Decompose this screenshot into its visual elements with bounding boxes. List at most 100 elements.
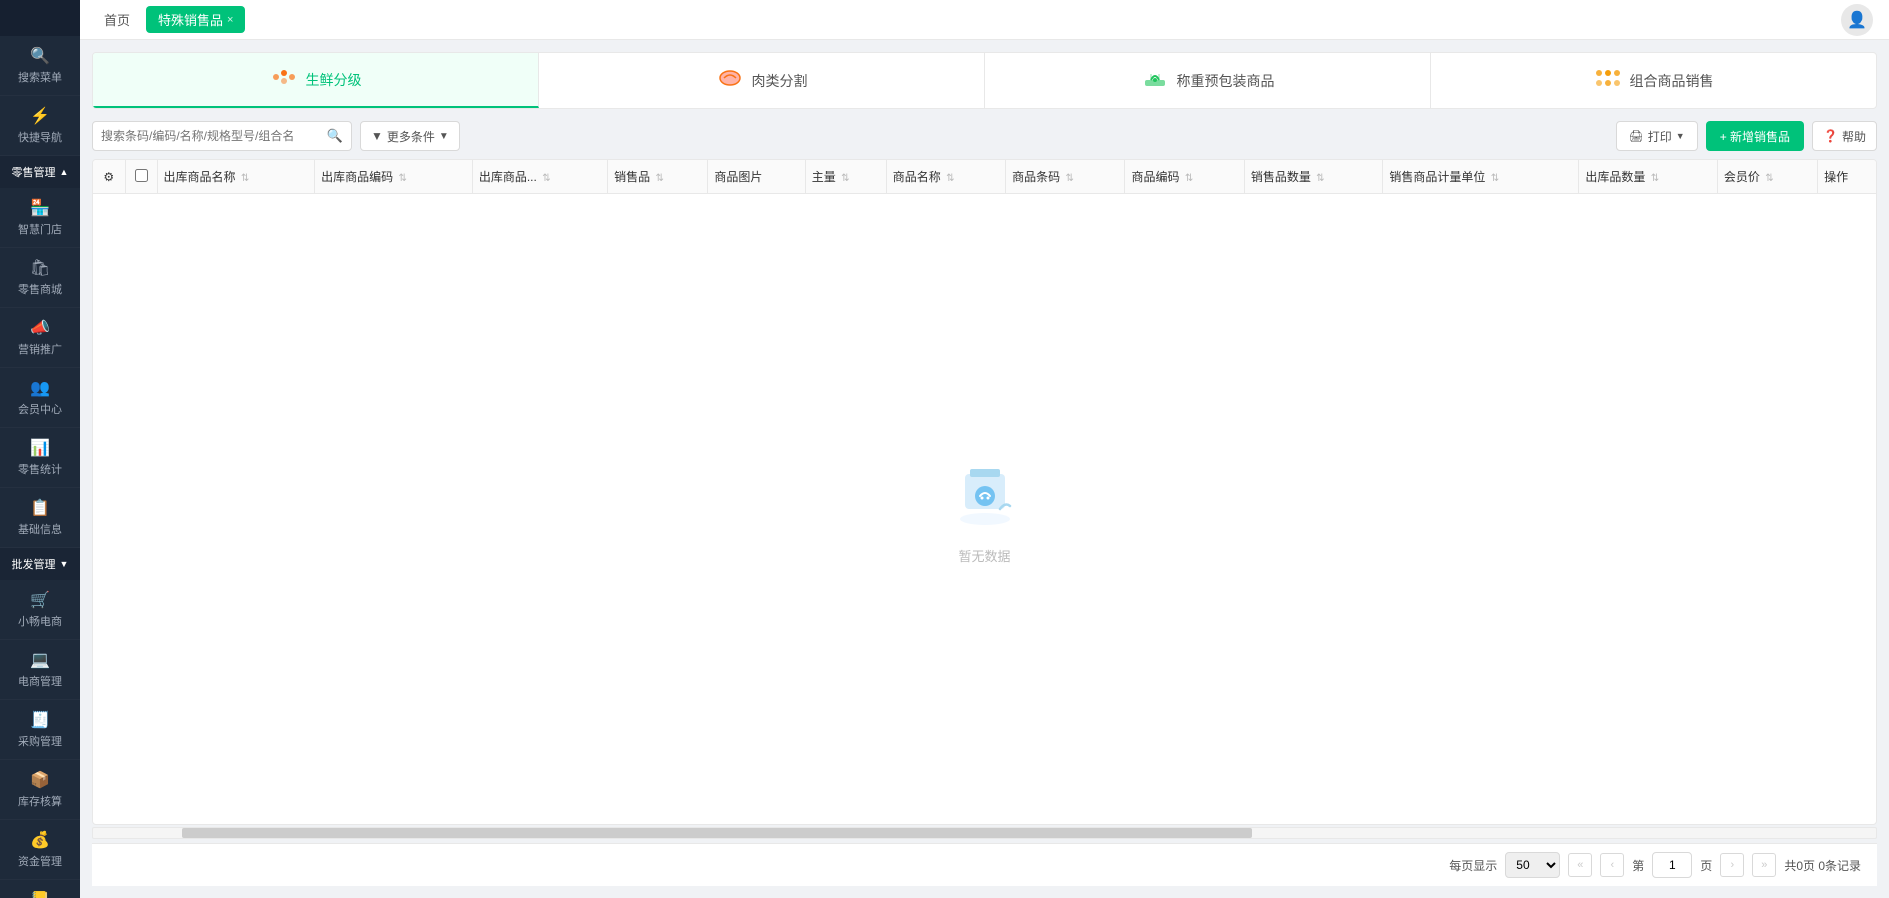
col-weight[interactable]: 主量 ⇅ [805, 160, 886, 194]
horizontal-scrollbar[interactable] [92, 827, 1877, 839]
ledger-icon: 📒 [30, 890, 50, 898]
page-label: 第 [1632, 857, 1644, 874]
cat-tab-fresh-grade[interactable]: 生鲜分级 [93, 53, 539, 108]
sidebar-item-purchase-mgmt[interactable]: 🧾 采购管理 [0, 700, 80, 760]
print-button[interactable]: 🖨 打印 ▼ [1616, 121, 1698, 151]
ecom-mgmt-icon: 💻 [30, 650, 50, 670]
col-sales-unit[interactable]: 销售商品计量单位 ⇅ [1383, 160, 1579, 194]
cat-tab-weigh-pack[interactable]: 称重预包装商品 [985, 53, 1431, 108]
table-footer: 每页显示 50 10 20 100 « ‹ 第 页 › » 共0页 0条记录 [92, 843, 1877, 886]
new-sales-button[interactable]: + 新增销售品 [1706, 121, 1804, 151]
col-member-price[interactable]: 会员价 ⇅ [1717, 160, 1817, 194]
tab-special-sales[interactable]: 特殊销售品 × [146, 6, 245, 33]
page-prev-button[interactable]: ‹ [1600, 853, 1624, 877]
chevron-filter-icon: ▼ [439, 131, 449, 142]
page-last-button[interactable]: » [1752, 853, 1776, 877]
col-out-goods-name[interactable]: 出库商品名称 ⇅ [157, 160, 315, 194]
cat-label-meat-cut: 肉类分割 [752, 71, 808, 91]
sidebar-item-basic-info[interactable]: 📋 基础信息 [0, 488, 80, 548]
sort-icon: ⇅ [946, 173, 954, 184]
sidebar: 🔍 搜索菜单 ⚡ 快捷导航 零售管理 ▲ 🏪 智慧门店 🛍 零售商城 📣 营销推… [0, 0, 80, 898]
page-number-input[interactable] [1652, 852, 1692, 878]
toolbar-left: 🔍 ▼ 更多条件 ▼ [92, 121, 460, 151]
sidebar-item-finance[interactable]: 💰 资金管理 [0, 820, 80, 880]
tab-home[interactable]: 首页 [96, 6, 138, 33]
close-tab-icon[interactable]: × [227, 14, 233, 26]
retail-stats-icon: 📊 [30, 438, 50, 458]
purchase-mgmt-icon: 🧾 [30, 710, 50, 730]
filter-icon: ▼ [371, 129, 383, 143]
sort-icon: ⇅ [1491, 173, 1499, 184]
col-checkbox[interactable] [125, 160, 157, 194]
search-input[interactable] [101, 129, 327, 143]
sidebar-item-retail-mgmt[interactable]: 零售管理 ▲ [0, 156, 80, 188]
col-goods-name[interactable]: 商品名称 ⇅ [886, 160, 1005, 194]
meat-cut-icon [716, 68, 744, 93]
page-first-button[interactable]: « [1568, 853, 1592, 877]
search-icon[interactable]: 🔍 [327, 128, 343, 144]
col-sales-goods[interactable]: 销售品 ⇅ [608, 160, 708, 194]
empty-icon [945, 454, 1025, 534]
sort-icon: ⇅ [1065, 173, 1073, 184]
sidebar-item-retail-stats[interactable]: 📊 零售统计 [0, 428, 80, 488]
col-goods-num[interactable]: 商品编码 ⇅ [1125, 160, 1244, 194]
marketing-icon: 📣 [30, 318, 50, 338]
cat-tab-combo[interactable]: 组合商品销售 [1431, 53, 1876, 108]
sidebar-item-member-center[interactable]: 👥 会员中心 [0, 368, 80, 428]
col-sales-qty[interactable]: 销售品数量 ⇅ [1244, 160, 1383, 194]
print-chevron-icon: ▼ [1676, 131, 1685, 141]
cat-label-combo: 组合商品销售 [1630, 71, 1714, 91]
sidebar-item-search[interactable]: 🔍 搜索菜单 [0, 36, 80, 96]
sort-icon: ⇅ [656, 173, 664, 184]
sidebar-item-retail-mall[interactable]: 🛍 零售商城 [0, 248, 80, 308]
sidebar-item-wholesale-mgmt[interactable]: 批发管理 ▼ [0, 548, 80, 580]
sort-icon: ⇅ [1316, 173, 1324, 184]
sort-icon: ⇅ [1185, 173, 1193, 184]
sidebar-item-marketing[interactable]: 📣 营销推广 [0, 308, 80, 368]
col-out-qty[interactable]: 出库品数量 ⇅ [1579, 160, 1718, 194]
col-ops: 操作 [1818, 160, 1876, 194]
sidebar-item-mini-ecom[interactable]: 🛒 小畅电商 [0, 580, 80, 640]
cat-label-weigh-pack: 称重预包装商品 [1177, 71, 1275, 91]
sidebar-item-quick-nav[interactable]: ⚡ 快捷导航 [0, 96, 80, 156]
page-content: 生鲜分级 肉类分割 [80, 40, 1889, 898]
data-table: ⚙ 出库商品名称 ⇅ 出库商品编码 ⇅ 出库商品... ⇅ [93, 160, 1876, 194]
col-goods-barcode[interactable]: 商品条码 ⇅ [1006, 160, 1125, 194]
help-button[interactable]: ❓ 帮助 [1812, 121, 1877, 151]
scrollbar-thumb[interactable] [182, 828, 1252, 838]
quick-nav-icon: ⚡ [30, 106, 50, 126]
table-header-row: ⚙ 出库商品名称 ⇅ 出库商品编码 ⇅ 出库商品... ⇅ [93, 160, 1876, 194]
sidebar-item-ledger[interactable]: 📒 总账管理 [0, 880, 80, 898]
print-icon: 🖨 [1629, 129, 1644, 143]
col-settings[interactable]: ⚙ [93, 160, 125, 194]
toolbar-right: 🖨 打印 ▼ + 新增销售品 ❓ 帮助 [1616, 121, 1877, 151]
sidebar-item-inventory[interactable]: 📦 库存核算 [0, 760, 80, 820]
filter-button[interactable]: ▼ 更多条件 ▼ [360, 121, 460, 151]
sidebar-item-smart-store[interactable]: 🏪 智慧门店 [0, 188, 80, 248]
sort-icon: ⇅ [241, 173, 249, 184]
col-out-goods-code[interactable]: 出库商品编码 ⇅ [315, 160, 473, 194]
sort-icon: ⇅ [841, 173, 849, 184]
total-label: 共0页 0条记录 [1784, 857, 1861, 874]
col-out-goods-spec[interactable]: 出库商品... ⇅ [472, 160, 607, 194]
sort-icon: ⇅ [1765, 173, 1773, 184]
main-content: 首页 特殊销售品 × 👤 [80, 0, 1889, 898]
cat-tab-meat-cut[interactable]: 肉类分割 [539, 53, 985, 108]
weigh-pack-icon [1141, 68, 1169, 93]
sort-icon: ⇅ [542, 173, 550, 184]
user-avatar[interactable]: 👤 [1841, 4, 1873, 36]
chevron-icon: ▲ [60, 167, 69, 177]
page-size-select[interactable]: 50 10 20 100 [1505, 852, 1560, 878]
sidebar-item-ecom-mgmt[interactable]: 💻 电商管理 [0, 640, 80, 700]
search-box[interactable]: 🔍 [92, 121, 352, 151]
sidebar-logo [0, 0, 80, 36]
page-next-button[interactable]: › [1720, 853, 1744, 877]
category-tabs: 生鲜分级 肉类分割 [92, 52, 1877, 109]
retail-mall-icon: 🛍 [30, 258, 50, 278]
empty-text: 暂无数据 [958, 546, 1010, 565]
basic-info-icon: 📋 [30, 498, 50, 518]
topbar: 首页 特殊销售品 × 👤 [80, 0, 1889, 40]
select-all-checkbox[interactable] [135, 169, 148, 182]
search-menu-icon: 🔍 [30, 46, 50, 66]
mini-ecom-icon: 🛒 [30, 590, 50, 610]
